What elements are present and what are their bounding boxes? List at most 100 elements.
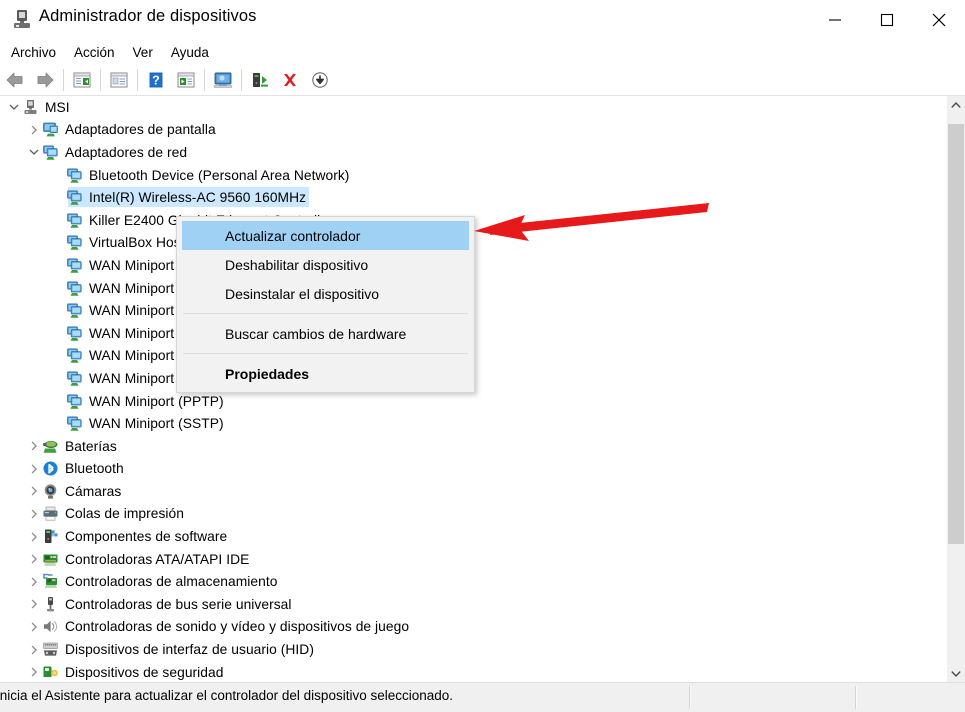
chevron-right-icon[interactable] <box>26 529 42 545</box>
scroll-thumb[interactable] <box>948 124 964 544</box>
device-manager-window: Administrador de dispositivos Archivo Ac… <box>0 0 965 712</box>
tree-item[interactable]: Adaptadores de red <box>0 141 947 164</box>
title-bar: Administrador de dispositivos <box>0 0 965 40</box>
chevron-right-icon[interactable] <box>26 483 42 499</box>
chevron-down-icon[interactable] <box>26 144 42 160</box>
storage-controller-icon <box>42 573 59 590</box>
tree-item[interactable]: Dispositivos de seguridad <box>0 661 947 683</box>
tree-item-label: Controladoras ATA/ATAPI IDE <box>65 551 250 567</box>
tree-vertical-scrollbar[interactable] <box>946 96 965 683</box>
separator-3 <box>137 69 138 91</box>
battery-icon <box>42 438 59 455</box>
ctx-propiedades[interactable]: Propiedades <box>177 359 474 388</box>
disable-device-icon[interactable] <box>305 66 335 94</box>
tree-item-label: Dispositivos de seguridad <box>65 664 224 680</box>
tree-item[interactable]: Controladoras de sonido y vídeo y dispos… <box>0 616 947 639</box>
tree-item[interactable]: Cámaras <box>0 480 947 503</box>
ide-controller-icon <box>42 551 59 568</box>
tree-item[interactable]: Controladoras de almacenamiento <box>0 570 947 593</box>
forward-icon[interactable] <box>30 66 60 94</box>
tree-item[interactable]: MSI <box>0 96 947 119</box>
status-divider-2 <box>855 686 857 709</box>
ctx-actualizar-controlador[interactable]: Actualizar controlador <box>182 221 469 250</box>
expander-placeholder <box>50 167 66 183</box>
close-button[interactable] <box>913 0 965 40</box>
tree-item-label: Dispositivos de interfaz de usuario (HID… <box>65 642 314 658</box>
show-hide-console-tree-icon[interactable] <box>67 66 97 94</box>
network-adapter-icon <box>66 302 83 319</box>
bluetooth-icon <box>42 460 59 477</box>
chevron-right-icon[interactable] <box>26 596 42 612</box>
expander-placeholder <box>50 280 66 296</box>
tree-item[interactable]: Bluetooth <box>0 458 947 481</box>
ctx-buscar-cambios-hardware[interactable]: Buscar cambios de hardware <box>177 319 474 348</box>
tree-item[interactable]: Dispositivos de interfaz de usuario (HID… <box>0 638 947 661</box>
minimize-button[interactable] <box>809 0 861 40</box>
chevron-right-icon[interactable] <box>26 642 42 658</box>
chevron-right-icon[interactable] <box>26 122 42 138</box>
tree-item[interactable]: WAN Miniport (PPTP) <box>0 390 947 413</box>
chevron-right-icon[interactable] <box>26 551 42 567</box>
ctx-desinstalar-dispositivo[interactable]: Desinstalar el dispositivo <box>177 279 474 308</box>
expander-placeholder <box>50 325 66 341</box>
update-driver-icon[interactable] <box>245 66 275 94</box>
computer-icon <box>22 99 39 116</box>
display-adapter-icon <box>42 121 59 138</box>
menu-ayuda[interactable]: Ayuda <box>162 43 218 63</box>
tree-item[interactable]: Bluetooth Device (Personal Area Network) <box>0 164 947 187</box>
sound-controller-icon <box>42 618 59 635</box>
context-menu[interactable]: Actualizar controlador Deshabilitar dispo… <box>176 216 475 393</box>
status-bar: Inicia el Asistente para actualizar el c… <box>0 682 965 712</box>
toolbar: ? <box>0 65 965 96</box>
maximize-button[interactable] <box>861 0 913 40</box>
chevron-right-icon[interactable] <box>26 506 42 522</box>
network-adapter-icon <box>66 257 83 274</box>
scroll-up-icon[interactable] <box>947 96 965 114</box>
menu-ver[interactable]: Ver <box>124 43 162 63</box>
tree-item[interactable]: Controladoras ATA/ATAPI IDE <box>0 548 947 571</box>
back-icon[interactable] <box>0 66 30 94</box>
expander-placeholder <box>50 257 66 273</box>
chevron-down-icon[interactable] <box>6 99 22 115</box>
properties-icon[interactable] <box>104 66 134 94</box>
context-menu-separator <box>183 313 468 314</box>
printer-icon <box>42 505 59 522</box>
security-device-icon <box>42 664 59 681</box>
network-adapter-icon <box>66 280 83 297</box>
help-icon[interactable]: ? <box>141 66 171 94</box>
expander-placeholder <box>50 393 66 409</box>
tree-item[interactable]: Componentes de software <box>0 525 947 548</box>
software-component-icon <box>42 528 59 545</box>
expander-placeholder <box>50 370 66 386</box>
menu-bar: Archivo Acción Ver Ayuda <box>0 40 965 65</box>
tree-item-label: Cámaras <box>65 483 122 499</box>
network-adapter-icon <box>66 415 83 432</box>
tree-item[interactable]: Colas de impresión <box>0 503 947 526</box>
chevron-right-icon[interactable] <box>26 461 42 477</box>
tree-item-label: Bluetooth Device (Personal Area Network) <box>89 167 350 183</box>
chevron-right-icon[interactable] <box>26 619 42 635</box>
chevron-right-icon[interactable] <box>26 438 42 454</box>
tree-item[interactable]: Controladoras de bus serie universal <box>0 593 947 616</box>
tree-item[interactable]: Intel(R) Wireless-AC 9560 160MHz <box>0 186 947 209</box>
hid-device-icon <box>42 641 59 658</box>
network-adapter-icon <box>66 325 83 342</box>
ctx-deshabilitar-dispositivo[interactable]: Deshabilitar dispositivo <box>177 250 474 279</box>
tree-item-label: MSI <box>45 99 70 115</box>
tree-item-label: Baterías <box>65 438 117 454</box>
menu-accion[interactable]: Acción <box>65 43 124 63</box>
expander-placeholder <box>50 235 66 251</box>
menu-archivo[interactable]: Archivo <box>2 43 65 63</box>
show-details-icon[interactable] <box>171 66 201 94</box>
tree-item[interactable]: Adaptadores de pantalla <box>0 119 947 142</box>
chevron-right-icon[interactable] <box>26 574 42 590</box>
scan-hardware-icon[interactable] <box>208 66 238 94</box>
uninstall-device-icon[interactable] <box>275 66 305 94</box>
separator-4 <box>204 69 205 91</box>
network-adapter-icon <box>66 212 83 229</box>
tree-item[interactable]: WAN Miniport (SSTP) <box>0 412 947 435</box>
scroll-down-icon[interactable] <box>947 665 965 683</box>
separator-5 <box>241 69 242 91</box>
chevron-right-icon[interactable] <box>26 664 42 680</box>
tree-item[interactable]: Baterías <box>0 435 947 458</box>
